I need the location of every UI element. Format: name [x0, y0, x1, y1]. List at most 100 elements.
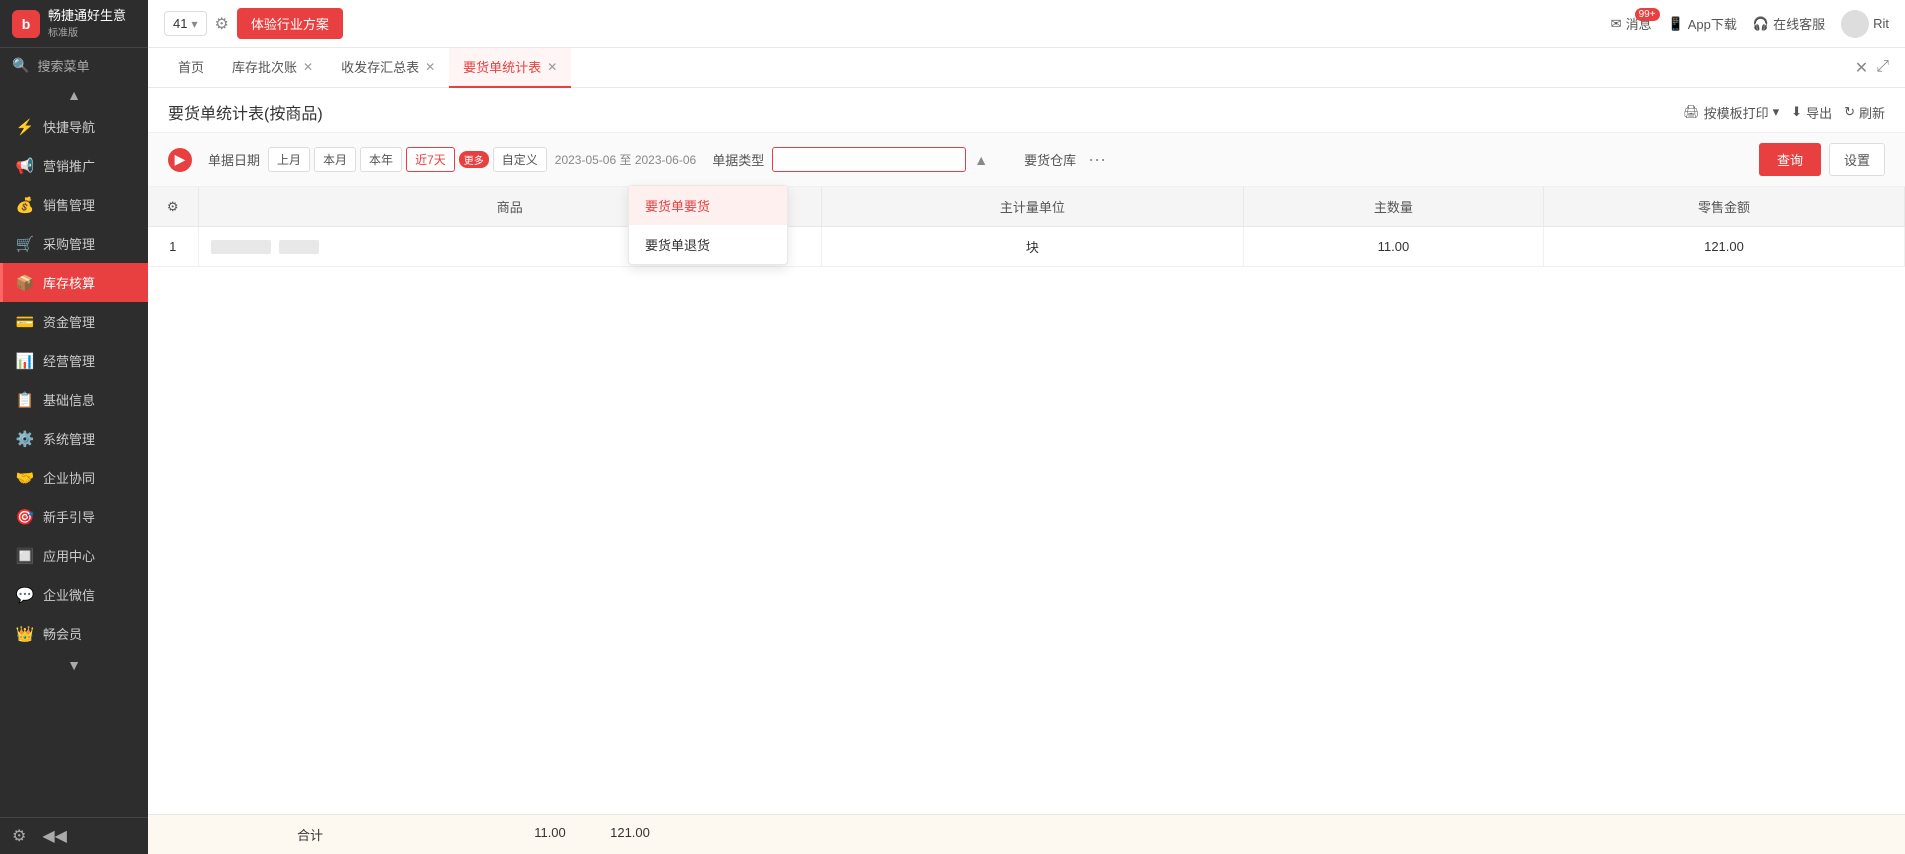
service-icon: 🎧 [1753, 16, 1769, 32]
filter-btn-this-month[interactable]: 本月 [314, 147, 356, 172]
col-settings-header[interactable]: ⚙ [148, 187, 198, 227]
sidebar-item-guide[interactable]: 🎯 新手引导 [0, 497, 148, 536]
tab-home-label: 首页 [178, 57, 204, 76]
filter-bar: ▶ 单据日期 上月 本月 本年 近7天 更多 自定义 2023-05-06 至 … [148, 133, 1905, 187]
footer-amount: 121.00 [590, 825, 670, 844]
filter-expand-btn[interactable]: ▶ [168, 148, 192, 172]
purchase-label: 采购管理 [43, 234, 95, 253]
query-btn[interactable]: 查询 [1759, 143, 1821, 176]
wechat-icon: 💬 [15, 586, 35, 604]
selector-value: 41 [173, 16, 187, 31]
tab-demand-stats-close[interactable]: ✕ [547, 60, 557, 74]
maximize-icon[interactable]: ⤢ [1876, 58, 1889, 78]
table-footer: 合计 11.00 121.00 [148, 814, 1905, 854]
sidebar-item-inventory[interactable]: 📦 库存核算 [0, 263, 148, 302]
messages-badge: 99+ [1635, 8, 1660, 21]
user-name: Rit [1873, 16, 1889, 31]
sidebar-item-member[interactable]: 👑 畅会员 [0, 614, 148, 653]
tab-inventory-batch[interactable]: 库存批次账 ✕ [218, 48, 327, 88]
app-center-icon: 🔲 [15, 547, 35, 565]
filter-btn-last-7-days[interactable]: 近7天 [406, 147, 455, 172]
col-unit-label: 主计量单位 [1000, 200, 1065, 215]
filter-date-btns: 上月 本月 本年 近7天 更多 自定义 [268, 147, 547, 172]
search-menu[interactable]: 🔍 搜索菜单 [0, 48, 148, 83]
tab-inventory-batch-label: 库存批次账 [232, 57, 297, 76]
footer-spacer [160, 825, 210, 844]
sidebar-item-marketing[interactable]: 📢 营销推广 [0, 146, 148, 185]
collapse-icon[interactable]: ◀◀ [42, 826, 67, 846]
sidebar-item-operations[interactable]: 📊 经营管理 [0, 341, 148, 380]
col-quantity-header: 主数量 [1243, 187, 1543, 227]
messages-btn[interactable]: ✉ 消息 99+ [1611, 14, 1652, 33]
dropdown-item-demand-order[interactable]: 要货单要货 [629, 186, 787, 225]
col-settings-icon: ⚙ [167, 199, 179, 214]
tab-receivable-summary-close[interactable]: ✕ [425, 60, 435, 74]
inventory-icon: 📦 [15, 274, 35, 292]
filter-type-arrow-icon[interactable]: ▲ [974, 152, 988, 168]
tab-home[interactable]: 首页 [164, 48, 218, 88]
table-container: ⚙ 商品 主计量单位 主数量 零售金额 [148, 187, 1905, 814]
table-header-row: ⚙ 商品 主计量单位 主数量 零售金额 [148, 187, 1905, 227]
settings-btn[interactable]: 设置 [1829, 143, 1885, 176]
tab-receivable-summary[interactable]: 收发存汇总表 ✕ [327, 48, 449, 88]
online-service-btn[interactable]: 🎧 在线客服 [1753, 14, 1825, 33]
sidebar-scroll-down[interactable]: ▼ [0, 653, 148, 677]
export-btn[interactable]: ⬇ 导出 [1791, 103, 1832, 122]
col-product-label: 商品 [497, 200, 523, 215]
app-download-btn[interactable]: 📱 App下载 [1668, 14, 1737, 33]
export-label: 导出 [1806, 103, 1832, 122]
footer-total-label: 合计 [210, 825, 410, 844]
product-placeholder-1 [211, 240, 271, 254]
finance-icon: 💳 [15, 313, 35, 331]
tab-demand-stats[interactable]: 要货单统计表 ✕ [449, 48, 571, 88]
online-service-label: 在线客服 [1773, 14, 1825, 33]
filter-btn-custom[interactable]: 自定义 [493, 147, 547, 172]
guide-label: 新手引导 [43, 507, 95, 526]
topbar-right: ✉ 消息 99+ 📱 App下载 🎧 在线客服 Rit [1611, 10, 1889, 38]
sidebar-item-basic-info[interactable]: 📋 基础信息 [0, 380, 148, 419]
settings-icon[interactable]: ⚙ [12, 826, 26, 846]
sales-icon: 💰 [15, 196, 35, 214]
sidebar-logo: b 畅捷通好生意 标准版 [0, 0, 148, 48]
sidebar-item-finance[interactable]: 💳 资金管理 [0, 302, 148, 341]
sidebar-scroll-up[interactable]: ▲ [0, 83, 148, 107]
topbar-selector[interactable]: 41 ▾ [164, 11, 207, 36]
sidebar-item-wechat[interactable]: 💬 企业微信 [0, 575, 148, 614]
filter-btn-this-year[interactable]: 本年 [360, 147, 402, 172]
inventory-label: 库存核算 [43, 273, 95, 292]
industry-btn[interactable]: 体验行业方案 [237, 8, 343, 39]
search-icon: 🔍 [12, 57, 29, 74]
guide-icon: 🎯 [15, 508, 35, 526]
dropdown-item-demand-return[interactable]: 要货单退货 [629, 225, 787, 264]
enterprise-icon: 🤝 [15, 469, 35, 487]
tab-inventory-batch-close[interactable]: ✕ [303, 60, 313, 74]
filter-btn-last-month[interactable]: 上月 [268, 147, 310, 172]
sidebar-item-purchase[interactable]: 🛒 采购管理 [0, 224, 148, 263]
operations-icon: 📊 [15, 352, 35, 370]
sidebar-item-system[interactable]: ⚙️ 系统管理 [0, 419, 148, 458]
finance-label: 资金管理 [43, 312, 95, 331]
tabs-maximize-area: ✕ ⤢ [1855, 58, 1889, 78]
search-menu-label: 搜索菜单 [37, 56, 89, 75]
sidebar-item-quick-nav[interactable]: ⚡ 快捷导航 [0, 107, 148, 146]
tab-receivable-summary-label: 收发存汇总表 [341, 57, 419, 76]
print-arrow-icon: ▾ [1773, 104, 1780, 120]
page-actions: 🖨 按模板打印 ▾ ⬇ 导出 ↻ 刷新 [1683, 103, 1885, 122]
print-btn[interactable]: 🖨 按模板打印 ▾ [1683, 103, 1779, 122]
topbar-gear-icon[interactable]: ⚙ [215, 14, 229, 34]
filter-warehouse-more-icon[interactable]: ··· [1088, 149, 1106, 170]
close-all-icon[interactable]: ✕ [1855, 58, 1868, 78]
purchase-icon: 🛒 [15, 235, 35, 253]
member-icon: 👑 [15, 625, 35, 643]
user-menu[interactable]: Rit [1841, 10, 1889, 38]
sidebar-item-sales[interactable]: 💰 销售管理 [0, 185, 148, 224]
wechat-label: 企业微信 [43, 585, 95, 604]
table-row: 1 块 11.00 121.00 [148, 227, 1905, 267]
sidebar-item-enterprise[interactable]: 🤝 企业协同 [0, 458, 148, 497]
filter-type-input[interactable] [772, 147, 966, 172]
tabs-bar: 首页 库存批次账 ✕ 收发存汇总表 ✕ 要货单统计表 ✕ ✕ ⤢ [148, 48, 1905, 88]
sidebar-item-app-center[interactable]: 🔲 应用中心 [0, 536, 148, 575]
filter-more-badge[interactable]: 更多 [459, 151, 489, 168]
refresh-btn[interactable]: ↻ 刷新 [1844, 103, 1885, 122]
row-unit: 块 [821, 227, 1243, 267]
